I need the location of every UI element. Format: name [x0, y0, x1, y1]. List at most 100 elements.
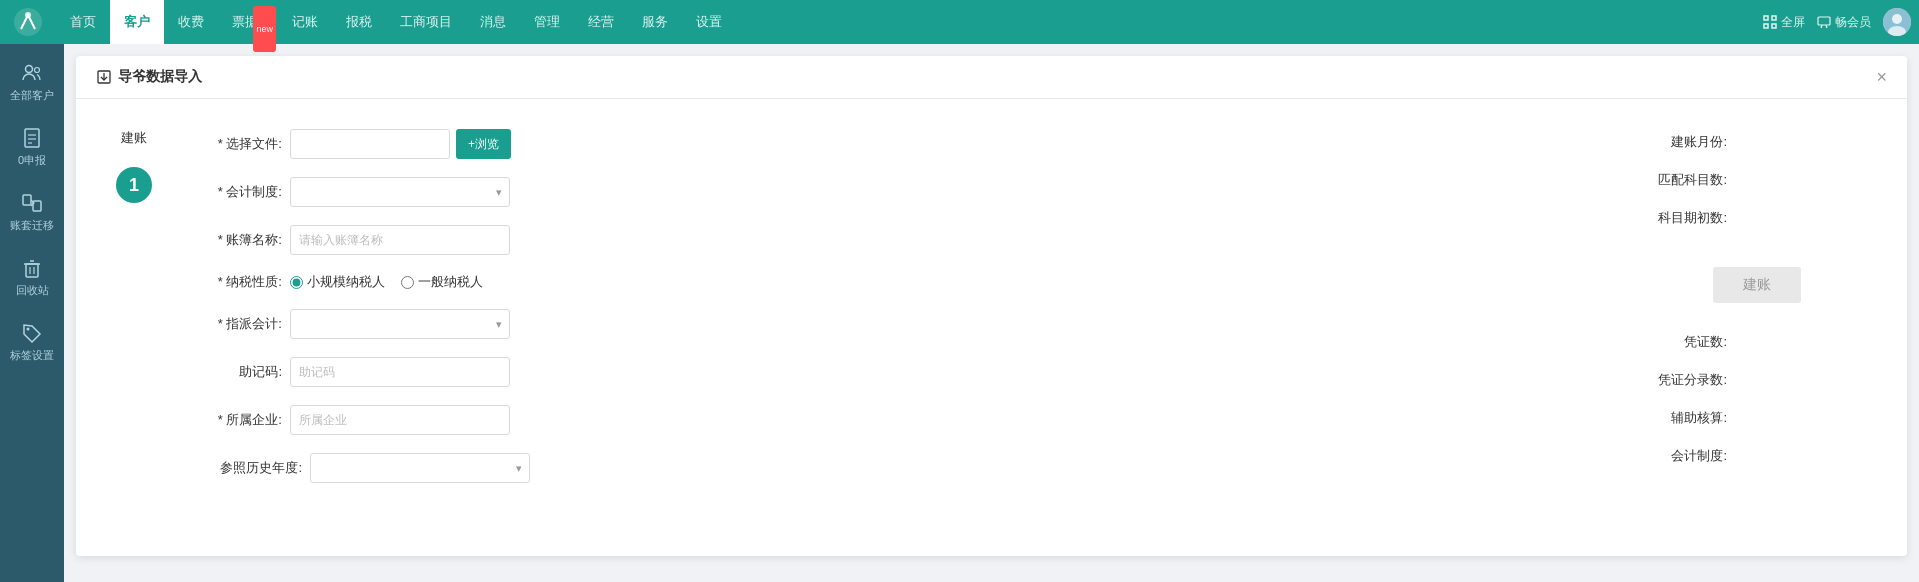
fullscreen-button[interactable]: 全屏 [1763, 14, 1805, 31]
fullscreen-icon [1763, 15, 1777, 29]
ledger-name-row: * 账簿名称: [212, 225, 1587, 255]
file-icon [21, 127, 43, 149]
accountant-select[interactable] [290, 309, 510, 339]
ref-year-select-wrapper [310, 453, 530, 483]
browse-button[interactable]: +浏览 [456, 129, 511, 159]
sidebar-item-trash[interactable]: 回收站 [0, 247, 64, 308]
accountant-select-wrapper [290, 309, 510, 339]
trash-icon [21, 257, 43, 279]
svg-rect-14 [25, 129, 39, 147]
nav-fee[interactable]: 收费 [164, 0, 218, 44]
form-section: * 选择文件: +浏览 * 会计制度: [212, 129, 1587, 483]
nav-service[interactable]: 服务 [628, 0, 682, 44]
step-label: 建账 [121, 129, 147, 147]
ledger-name-label: * 账簿名称: [212, 231, 282, 249]
ref-year-select[interactable] [310, 453, 530, 483]
file-label: * 选择文件: [212, 135, 282, 153]
new-badge: new [253, 6, 276, 52]
tv-icon [1817, 15, 1831, 29]
svg-rect-6 [1818, 17, 1830, 25]
sidebar-item-zero-report[interactable]: 0申报 [0, 117, 64, 178]
voucher-count-label: 凭证数: [1647, 333, 1727, 351]
match-subjects-row: 匹配科目数: [1647, 171, 1867, 189]
build-account-button[interactable]: 建账 [1713, 267, 1801, 303]
nav-home[interactable]: 首页 [56, 0, 110, 44]
nav-bookkeeping[interactable]: 记账 [278, 0, 332, 44]
company-row: * 所属企业: [212, 405, 1587, 435]
accountant-row: * 指派会计: [212, 309, 1587, 339]
svg-rect-5 [1772, 24, 1776, 28]
step-circle: 1 [116, 167, 152, 203]
tax-option2-label[interactable]: 一般纳税人 [401, 273, 483, 291]
tax-option2-radio[interactable] [401, 276, 414, 289]
navbar-right: 全屏 畅会员 [1763, 8, 1911, 36]
nav-tax[interactable]: 报税 [332, 0, 386, 44]
nav-invoice[interactable]: 票据 new [218, 0, 278, 44]
sidebar-item-tag-settings[interactable]: 标签设置 [0, 312, 64, 373]
svg-rect-20 [26, 264, 38, 277]
tag-icon [21, 322, 43, 344]
users-icon [21, 62, 43, 84]
memo-row: 助记码: [212, 357, 1587, 387]
nav-operation[interactable]: 经营 [574, 0, 628, 44]
step-section: 建账 1 [116, 129, 152, 483]
initial-balance-label: 科目期初数: [1647, 209, 1727, 227]
avatar[interactable] [1883, 8, 1911, 36]
nav-client[interactable]: 客户 [110, 0, 164, 44]
main-content: 导爷数据导入 × 建账 1 * 选择文件: [64, 44, 1919, 582]
file-row: * 选择文件: +浏览 [212, 129, 1587, 159]
tax-type-label: * 纳税性质: [212, 273, 282, 291]
ref-year-label: 参照历史年度: [212, 459, 302, 477]
navbar: 首页 客户 收费 票据 new 记账 报税 工商项目 消息 管理 经营 服务 设… [0, 0, 1919, 44]
voucher-entries-row: 凭证分录数: [1647, 371, 1867, 389]
voucher-entries-label: 凭证分录数: [1647, 371, 1727, 389]
accounting-system-select-wrapper [290, 177, 510, 207]
accounting-system-select[interactable] [290, 177, 510, 207]
nav-items: 首页 客户 收费 票据 new 记账 报税 工商项目 消息 管理 经营 服务 设… [56, 0, 1763, 44]
close-button[interactable]: × [1876, 68, 1887, 86]
svg-point-1 [25, 12, 31, 18]
ledger-name-input[interactable] [290, 225, 510, 255]
tax-option1-label[interactable]: 小规模纳税人 [290, 273, 385, 291]
info-accounting-system-row: 会计制度: [1647, 447, 1867, 465]
sidebar-item-all-clients[interactable]: 全部客户 [0, 52, 64, 113]
sidebar: 全部客户 0申报 账套迁移 [0, 44, 64, 582]
tax-option1-radio[interactable] [290, 276, 303, 289]
logo [8, 2, 48, 42]
svg-point-25 [27, 328, 30, 331]
svg-point-10 [1892, 14, 1902, 24]
file-input-group: +浏览 [290, 129, 511, 159]
dialog-body: 建账 1 * 选择文件: +浏览 * 会计制度: [76, 99, 1907, 513]
nav-settings[interactable]: 设置 [682, 0, 736, 44]
accountant-label: * 指派会计: [212, 315, 282, 333]
dialog-header: 导爷数据导入 × [76, 56, 1907, 99]
month-row: 建账月份: [1647, 133, 1867, 151]
tax-radio-group: 小规模纳税人 一般纳税人 [290, 273, 483, 291]
svg-point-12 [26, 66, 33, 73]
accounting-system-row: * 会计制度: [212, 177, 1587, 207]
memo-label: 助记码: [212, 363, 282, 381]
memo-input[interactable] [290, 357, 510, 387]
svg-rect-3 [1772, 16, 1776, 20]
file-input[interactable] [290, 129, 450, 159]
match-subjects-label: 匹配科目数: [1647, 171, 1727, 189]
accounting-system-label: * 会计制度: [212, 183, 282, 201]
svg-point-13 [35, 68, 40, 73]
info-accounting-system-label: 会计制度: [1647, 447, 1727, 465]
tax-type-row: * 纳税性质: 小规模纳税人 一般纳税人 [212, 273, 1587, 291]
voucher-count-row: 凭证数: [1647, 333, 1867, 351]
nav-manage[interactable]: 管理 [520, 0, 574, 44]
nav-message[interactable]: 消息 [466, 0, 520, 44]
company-input[interactable] [290, 405, 510, 435]
auxiliary-row: 辅助核算: [1647, 409, 1867, 427]
sidebar-item-migrate[interactable]: 账套迁移 [0, 182, 64, 243]
vip-button[interactable]: 畅会员 [1817, 14, 1871, 31]
dialog-card: 导爷数据导入 × 建账 1 * 选择文件: [76, 56, 1907, 556]
layout: 全部客户 0申报 账套迁移 [0, 44, 1919, 582]
svg-rect-2 [1764, 16, 1768, 20]
svg-rect-4 [1764, 24, 1768, 28]
nav-business[interactable]: 工商项目 [386, 0, 466, 44]
migrate-icon [21, 192, 43, 214]
svg-rect-18 [23, 195, 31, 205]
avatar-icon [1883, 8, 1911, 36]
